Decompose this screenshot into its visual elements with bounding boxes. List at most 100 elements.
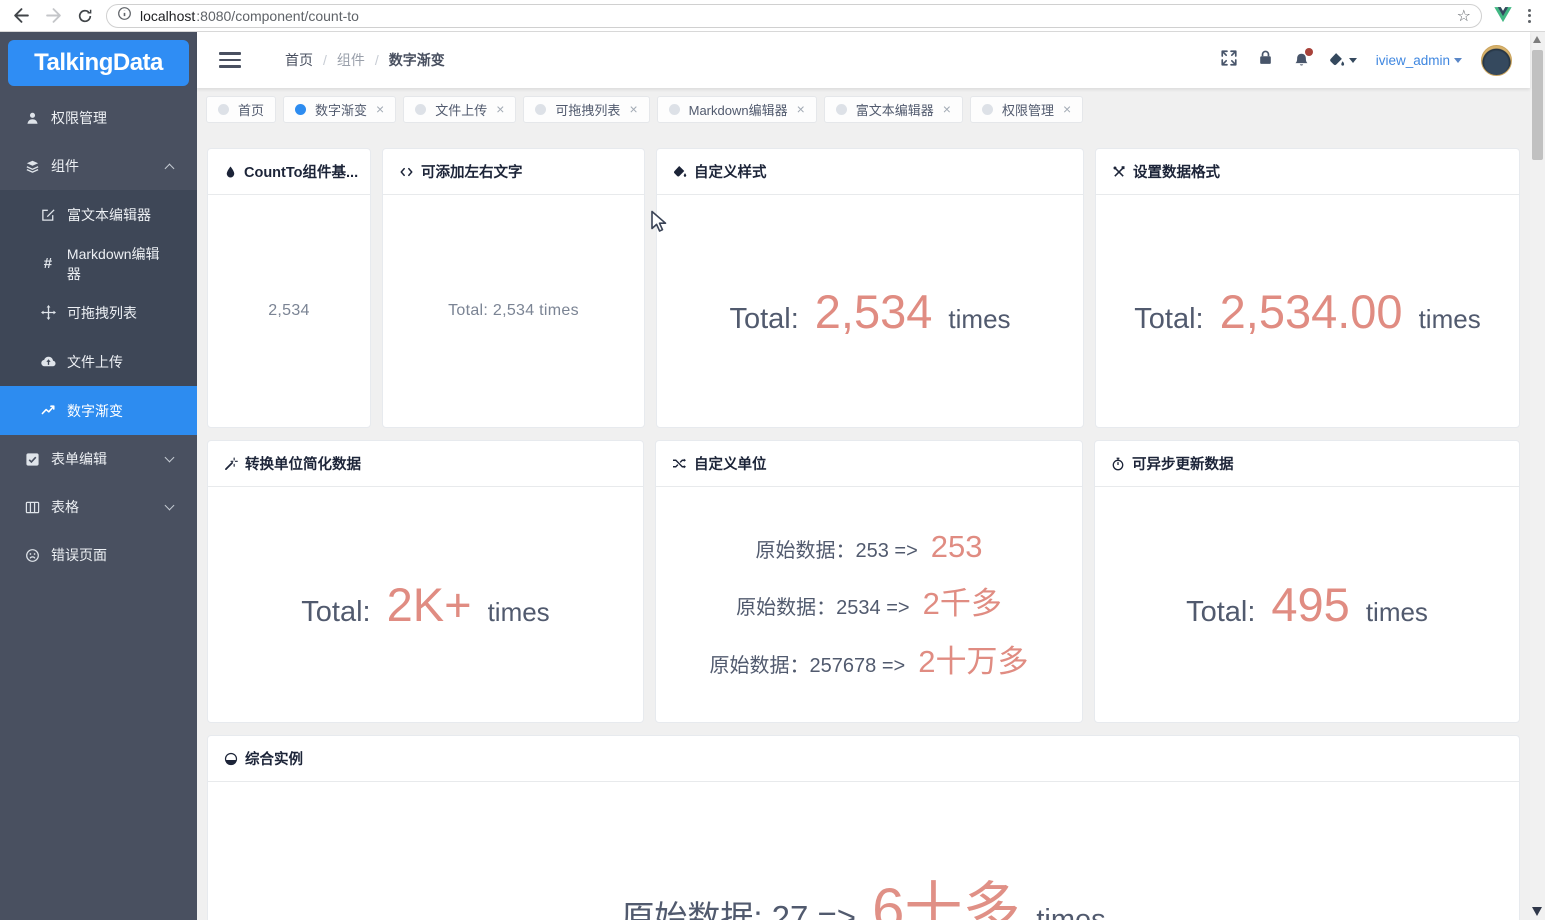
tab-count-to[interactable]: 数字渐变 × <box>283 95 397 123</box>
count-value: 2千多 <box>922 585 1002 621</box>
contrast-icon <box>224 752 238 766</box>
breadcrumb-current: 数字渐变 <box>388 52 445 68</box>
sidebar-item-rich-editor[interactable]: 富文本编辑器 <box>0 190 197 239</box>
card-title: 可异步更新数据 <box>1132 457 1234 473</box>
sidebar-item-markdown[interactable]: # Markdown编辑器 <box>0 239 197 288</box>
sidebar-item-form[interactable]: 表单编辑 <box>0 435 197 483</box>
chevron-up-icon <box>164 163 175 173</box>
avatar[interactable] <box>1481 44 1512 76</box>
tab-home[interactable]: 首页 <box>206 95 277 123</box>
card-title: 转换单位简化数据 <box>245 457 361 473</box>
page-scrollbar[interactable] <box>1530 32 1545 920</box>
breadcrumb-home[interactable]: 首页 <box>285 50 313 70</box>
content-area: CountTo组件基... 2,534 可添加左右文字 Total: 2,534… <box>197 130 1530 920</box>
tab-permission[interactable]: 权限管理 × <box>969 95 1084 123</box>
tab-rich-editor[interactable]: 富文本编辑器 × <box>823 95 963 123</box>
sidebar-item-label: Markdown编辑器 <box>66 245 160 282</box>
close-icon[interactable]: × <box>943 102 951 116</box>
lock-icon[interactable] <box>1257 49 1274 71</box>
count-value: 253 <box>930 528 983 564</box>
tab-dot-icon <box>295 103 307 115</box>
stopwatch-icon <box>1111 457 1125 471</box>
count-value: 2,534 <box>814 284 933 338</box>
bookmark-star-icon[interactable]: ☆ <box>1457 6 1471 26</box>
layers-icon <box>24 159 40 174</box>
mouse-cursor <box>651 210 667 232</box>
screen: localhost:8080/component/count-to ☆ Talk… <box>0 0 1545 920</box>
tab-dot-icon <box>981 103 993 115</box>
components-submenu: 富文本编辑器 # Markdown编辑器 可拖拽列表 文件上传 数字渐变 <box>0 190 197 435</box>
sidebar-item-count-to[interactable]: 数字渐变 <box>0 386 197 435</box>
refresh-icon[interactable] <box>74 5 96 27</box>
count-value: 2十万多 <box>918 643 1029 679</box>
shuffle-icon <box>672 457 687 470</box>
close-icon[interactable]: × <box>797 102 805 116</box>
card-simplify-unit: 转换单位简化数据 Total: 2K+ times <box>207 440 644 723</box>
card-title: 设置数据格式 <box>1133 165 1220 181</box>
url-bar[interactable]: localhost:8080/component/count-to ☆ <box>106 3 1482 28</box>
sidebar-item-table[interactable]: 表格 <box>0 483 197 531</box>
fullscreen-icon[interactable] <box>1220 49 1238 72</box>
card-title: 自定义单位 <box>694 457 767 473</box>
tab-dot-icon <box>668 103 680 115</box>
theme-switch[interactable] <box>1329 52 1357 68</box>
sidebar-item-components[interactable]: 组件 <box>0 142 197 190</box>
card-data-format: 设置数据格式 Total: 2,534.00 times <box>1095 148 1520 428</box>
count-value: 495 <box>1271 578 1350 631</box>
close-icon[interactable]: × <box>496 102 504 116</box>
browser-menu-icon[interactable] <box>1524 8 1535 23</box>
unit-row: 原始数据：253 => 253 <box>755 528 983 564</box>
sidebar-item-label: 数字渐变 <box>67 402 123 419</box>
breadcrumb: 首页 / 组件 / 数字渐变 <box>285 50 445 70</box>
sad-face-icon <box>24 548 40 563</box>
close-icon[interactable]: × <box>1063 102 1071 116</box>
sidebar-item-error-page[interactable]: 错误页面 <box>0 531 197 579</box>
sidebar-item-draggable[interactable]: 可拖拽列表 <box>0 288 197 337</box>
sidebar-item-upload[interactable]: 文件上传 <box>0 337 197 386</box>
trending-up-icon <box>40 403 56 418</box>
forward-icon[interactable] <box>42 5 64 27</box>
notification-bell-icon[interactable] <box>1293 47 1313 69</box>
card-async-update: 可异步更新数据 Total: 495 times <box>1094 440 1520 723</box>
sidebar: TalkingData 权限管理 组件 富文本编辑器 # Markdown编辑器… <box>0 32 197 920</box>
user-menu[interactable]: iview_admin <box>1376 53 1462 68</box>
browser-chrome: localhost:8080/component/count-to ☆ <box>0 0 1545 32</box>
scroll-up-icon[interactable] <box>1533 36 1541 43</box>
menu-toggle-icon[interactable] <box>219 52 241 68</box>
notification-badge <box>1304 47 1313 56</box>
sidebar-item-permission[interactable]: 权限管理 <box>0 94 197 142</box>
scroll-down-icon[interactable] <box>1532 907 1542 916</box>
tab-markdown[interactable]: Markdown编辑器 × <box>656 95 817 123</box>
scrollbar-thumb[interactable] <box>1532 50 1543 160</box>
site-info-icon[interactable] <box>117 6 132 26</box>
sidebar-item-label: 错误页面 <box>51 547 107 563</box>
card-custom-style: 自定义样式 Total: 2,534 times <box>656 148 1084 428</box>
tab-draggable[interactable]: 可拖拽列表 × <box>523 95 650 123</box>
vue-devtools-icon[interactable] <box>1492 5 1514 27</box>
chevron-down-icon <box>164 452 175 463</box>
chevron-down-icon <box>164 500 175 511</box>
sidebar-item-label: 表格 <box>51 499 79 515</box>
tab-dot-icon <box>218 103 229 115</box>
table-icon <box>24 500 40 515</box>
back-icon[interactable] <box>10 5 32 27</box>
close-icon[interactable]: × <box>629 102 637 116</box>
logo: TalkingData <box>8 40 189 86</box>
sidebar-item-label: 组件 <box>51 158 79 174</box>
tab-dot-icon <box>535 103 547 115</box>
card-combined-example: 综合实例 原始数据: 27 => 6十多 times <box>207 735 1520 920</box>
tab-upload[interactable]: 文件上传 × <box>403 95 517 123</box>
cloud-upload-icon <box>40 354 56 369</box>
card-title: 综合实例 <box>245 752 303 768</box>
tab-dot-icon <box>415 103 427 115</box>
compose-icon <box>40 207 56 222</box>
caret-down-icon <box>1348 57 1357 63</box>
breadcrumb-components[interactable]: 组件 <box>337 50 365 70</box>
close-icon[interactable]: × <box>376 102 384 116</box>
wand-icon <box>224 456 238 471</box>
card-affix-text: 可添加左右文字 Total: 2,534 times <box>382 148 645 428</box>
person-icon <box>24 111 40 126</box>
sidebar-item-label: 可拖拽列表 <box>67 304 137 321</box>
sidebar-item-label: 文件上传 <box>67 353 123 370</box>
sidebar-item-label: 权限管理 <box>51 110 107 126</box>
